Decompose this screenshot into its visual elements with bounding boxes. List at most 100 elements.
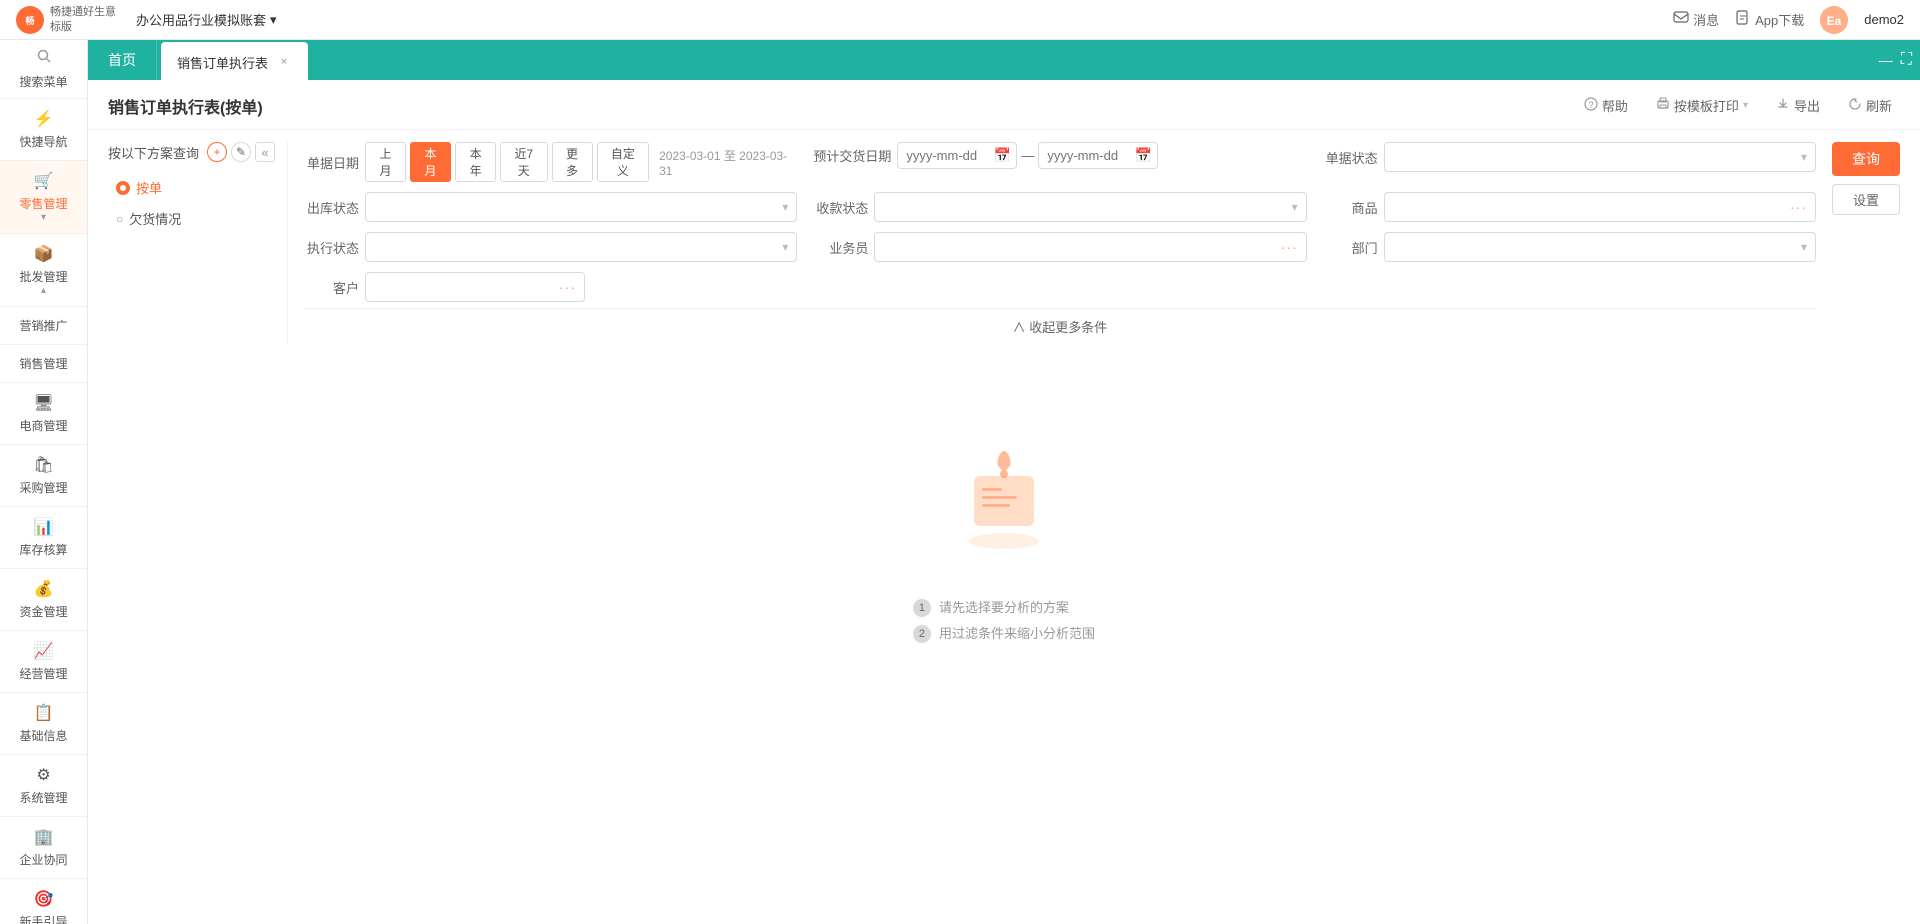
operations-icon: 📈 bbox=[34, 641, 54, 661]
date-dash: — bbox=[1021, 148, 1034, 163]
sidebar-item-marketing[interactable]: 营销推广 bbox=[0, 307, 87, 345]
shortcut-last-month[interactable]: 上月 bbox=[365, 142, 406, 182]
svg-text:Ea: Ea bbox=[1827, 14, 1842, 28]
sidebar-item-enterprise[interactable]: 🏢 企业协同 bbox=[0, 817, 87, 879]
status-select[interactable]: ▾ bbox=[1384, 142, 1816, 172]
sidebar-item-retail[interactable]: 🛒 零售管理 ▾ bbox=[0, 161, 87, 234]
payment-status-select[interactable]: ▾ bbox=[874, 192, 1306, 222]
refresh-icon bbox=[1848, 97, 1862, 114]
purchase-icon: 🛍 bbox=[33, 455, 53, 475]
tab-home[interactable]: 首页 bbox=[88, 40, 157, 80]
sidebar-item-newuser[interactable]: 🎯 新手引导 bbox=[0, 879, 87, 924]
query-btn[interactable]: 查询 bbox=[1832, 142, 1900, 176]
sidebar-newuser-label: 新手引导 bbox=[19, 913, 67, 924]
avatar[interactable]: Ea bbox=[1820, 6, 1848, 34]
export-btn[interactable]: 导出 bbox=[1768, 92, 1828, 119]
scheme-header-label: 按以下方案查询 bbox=[108, 143, 199, 162]
exec-chevron-icon: ▾ bbox=[782, 240, 788, 254]
sidebar-item-purchase[interactable]: 🛍 采购管理 bbox=[0, 445, 87, 507]
page-inner: 销售订单执行表(按单) ? 帮助 bbox=[88, 80, 1920, 924]
shortcut-this-month[interactable]: 本月 bbox=[410, 142, 451, 182]
message-icon bbox=[1673, 10, 1689, 29]
expand-icon[interactable]: ⛶ bbox=[1901, 51, 1912, 69]
app-download-btn[interactable]: App下载 bbox=[1735, 10, 1804, 29]
sidebar-item-finance[interactable]: 💰 资金管理 bbox=[0, 569, 87, 631]
exec-status-group: 执行状态 ▾ bbox=[304, 232, 797, 262]
print-chevron-icon: ▾ bbox=[1743, 100, 1748, 111]
shortcut-7days[interactable]: 近7天 bbox=[500, 142, 547, 182]
home-label: 首页 bbox=[108, 50, 136, 70]
shortcut-more[interactable]: 更多 bbox=[552, 142, 593, 182]
sidebar: 搜索菜单 ⚡ 快捷导航 🛒 零售管理 ▾ 📦 批发管理 ▴ 营销推广 销售管理 … bbox=[0, 40, 88, 924]
page-title: 销售订单执行表(按单) bbox=[108, 94, 263, 118]
scheme-edit-btn[interactable]: ✎ bbox=[231, 142, 251, 162]
scheme-list: 按单 ○ 欠货情况 bbox=[108, 172, 275, 234]
filter-right-area: 单据日期 上月 本月 本年 近7天 更多 自定义 bbox=[288, 142, 1900, 344]
sidebar-item-operations[interactable]: 📈 经营管理 bbox=[0, 631, 87, 693]
print-label: 按模板打印 bbox=[1674, 96, 1739, 115]
sidebar-item-ecommerce[interactable]: 🖥 电商管理 bbox=[0, 383, 87, 445]
minimize-icon[interactable]: — bbox=[1879, 52, 1893, 68]
quicknav-icon: ⚡ bbox=[34, 109, 54, 129]
customer-select[interactable]: ··· bbox=[365, 272, 585, 302]
help-icon: ? bbox=[1584, 97, 1598, 114]
customer-label: 客户 bbox=[304, 278, 359, 297]
filter-row-3: 执行状态 ▾ 业务员 bbox=[304, 232, 1816, 262]
page-content: 销售订单执行表(按单) ? 帮助 bbox=[88, 80, 1920, 924]
sidebar-search-label: 搜索菜单 bbox=[19, 73, 67, 90]
settings-btn[interactable]: 设置 bbox=[1832, 184, 1900, 215]
scheme-header: 按以下方案查询 + ✎ « bbox=[108, 142, 275, 162]
scheme-item-0[interactable]: 按单 bbox=[108, 172, 275, 203]
export-label: 导出 bbox=[1794, 96, 1820, 115]
dept-label: 部门 bbox=[1323, 238, 1378, 257]
help-btn[interactable]: ? 帮助 bbox=[1576, 92, 1636, 119]
print-btn[interactable]: 按模板打印 ▾ bbox=[1648, 92, 1756, 119]
hint-text-1: 请先选择要分析的方案 bbox=[939, 595, 1069, 621]
scheme-item-1[interactable]: ○ 欠货情况 bbox=[108, 203, 275, 234]
payment-status-group: 收款状态 ▾ bbox=[813, 192, 1306, 222]
empty-hint: 1 请先选择要分析的方案 2 用过滤条件来缩小分析范围 bbox=[913, 595, 1095, 647]
sidebar-item-wholesale[interactable]: 📦 批发管理 ▴ bbox=[0, 234, 87, 307]
goods-group: 商品 ··· bbox=[1323, 192, 1816, 222]
company-name: 办公用品行业模拟账套 bbox=[136, 10, 266, 29]
user-name: demo2 bbox=[1864, 12, 1904, 27]
export-icon bbox=[1776, 97, 1790, 114]
message-btn[interactable]: 消息 bbox=[1673, 10, 1719, 29]
exec-status-select[interactable]: ▾ bbox=[365, 232, 797, 262]
svg-text:?: ? bbox=[1588, 100, 1593, 110]
print-icon bbox=[1656, 97, 1670, 114]
filter-main: 单据日期 上月 本月 本年 近7天 更多 自定义 bbox=[304, 142, 1816, 344]
scheme-collapse-btn[interactable]: « bbox=[255, 142, 275, 162]
sidebar-item-quicknav[interactable]: ⚡ 快捷导航 bbox=[0, 99, 87, 161]
top-header: 畅 畅捷通好生意 标版 办公用品行业模拟账套 ▾ 消息 bbox=[0, 0, 1920, 40]
message-label: 消息 bbox=[1693, 10, 1719, 29]
dept-select[interactable]: ▾ bbox=[1384, 232, 1816, 262]
delivery-status-select[interactable]: ▾ bbox=[365, 192, 797, 222]
sidebar-item-inventory[interactable]: 📊 库存核算 bbox=[0, 507, 87, 569]
salesperson-select[interactable]: ··· bbox=[874, 232, 1306, 262]
refresh-btn[interactable]: 刷新 bbox=[1840, 92, 1900, 119]
shortcut-this-year[interactable]: 本年 bbox=[455, 142, 496, 182]
company-select[interactable]: 办公用品行业模拟账套 ▾ bbox=[136, 10, 277, 29]
logo-area: 畅 畅捷通好生意 标版 bbox=[16, 5, 116, 34]
newuser-icon: 🎯 bbox=[34, 889, 54, 909]
customer-group: 客户 ··· bbox=[304, 272, 803, 302]
goods-select[interactable]: ··· bbox=[1384, 192, 1816, 222]
delivery-chevron-icon: ▾ bbox=[782, 200, 788, 214]
tab-close-btn[interactable]: × bbox=[276, 54, 292, 70]
query-actions: 查询 设置 bbox=[1832, 142, 1900, 215]
ecommerce-icon: 🖥 bbox=[33, 393, 53, 413]
collapse-more-btn[interactable]: ∧ 收起更多条件 bbox=[304, 308, 1816, 344]
sidebar-item-system[interactable]: ⚙ 系统管理 bbox=[0, 755, 87, 817]
sidebar-wholesale-label: 批发管理 bbox=[19, 268, 67, 285]
tab-active[interactable]: 销售订单执行表 × bbox=[161, 42, 308, 82]
sidebar-item-basic[interactable]: 📋 基础信息 bbox=[0, 693, 87, 755]
delivery-status-group: 出库状态 ▾ bbox=[304, 192, 797, 222]
shortcut-custom[interactable]: 自定义 bbox=[597, 142, 650, 182]
scheme-add-btn[interactable]: + bbox=[207, 142, 227, 162]
header-right: 消息 App下载 Ea demo2 bbox=[1673, 6, 1904, 34]
scheme-actions: + ✎ « bbox=[207, 142, 275, 162]
sidebar-item-sales[interactable]: 销售管理 bbox=[0, 345, 87, 383]
page-actions: ? 帮助 bbox=[1576, 92, 1900, 119]
sidebar-item-search[interactable]: 搜索菜单 bbox=[0, 40, 87, 99]
